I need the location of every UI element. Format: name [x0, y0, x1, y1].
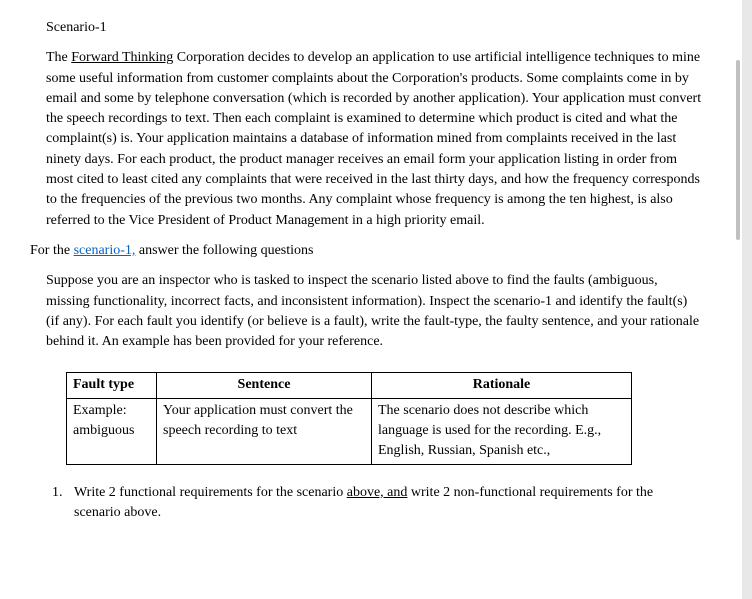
fault-table: Fault type Sentence Rationale Example: a… [66, 372, 632, 464]
main-paragraph: The Forward Thinking Corporation decides… [46, 48, 702, 231]
q1-underlined: above, and [347, 485, 408, 500]
header-sentence: Sentence [157, 373, 372, 398]
cell-rationale: The scenario does not describe which lan… [372, 398, 632, 464]
cell-sentence: Your application must convert the speech… [157, 398, 372, 464]
header-fault-type: Fault type [67, 373, 157, 398]
cell-fault-type: Example: ambiguous [67, 398, 157, 464]
para-body: Corporation decides to develop an applic… [46, 50, 701, 227]
instruction-line: For the scenario-1, answer the following… [30, 241, 702, 261]
table-header-row: Fault type Sentence Rationale [67, 373, 632, 398]
question-list: Write 2 functional requirements for the … [66, 483, 702, 524]
header-rationale: Rationale [372, 373, 632, 398]
question-item-1: Write 2 functional requirements for the … [66, 483, 702, 524]
forward-thinking-link: Forward Thinking [71, 50, 173, 65]
para-prefix: The [46, 50, 71, 65]
table-row: Example: ambiguous Your application must… [67, 398, 632, 464]
suppose-paragraph: Suppose you are an inspector who is task… [46, 271, 702, 352]
scenario-title: Scenario-1 [46, 18, 702, 38]
q1-prefix: Write 2 functional requirements for the … [74, 485, 347, 500]
scenario-1-link: scenario-1, [74, 243, 136, 258]
instruction-prefix: For the [30, 243, 74, 258]
instruction-suffix: answer the following questions [135, 243, 313, 258]
